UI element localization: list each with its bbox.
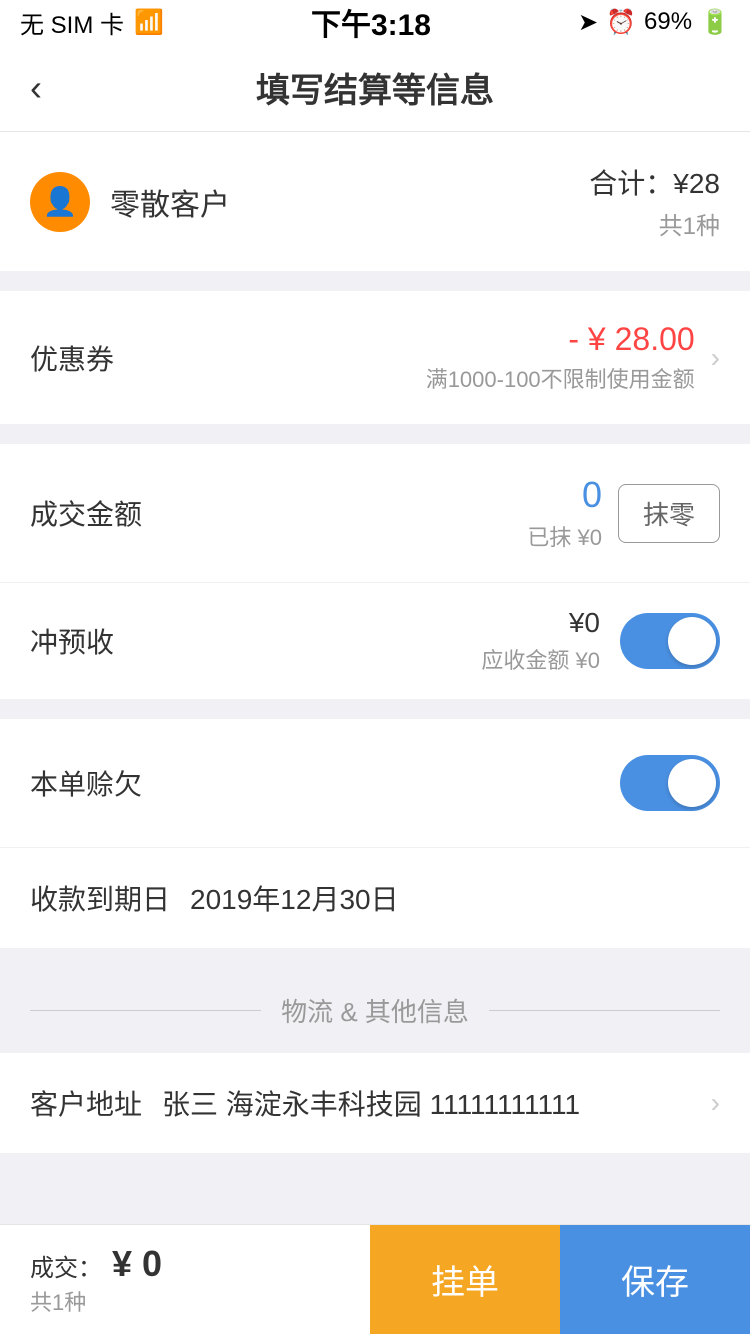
customer-total: 合计：¥28	[589, 162, 720, 202]
transaction-row: 成交金额 0 已抹 ¥0 抹零	[0, 444, 750, 583]
nav-bar: ‹ 填写结算等信息	[0, 44, 750, 132]
duedate-label: 收款到期日	[30, 878, 170, 918]
main-content: 👤 零散客户 合计：¥28 共1种 优惠券 - ¥ 28.00 满1000-10…	[0, 132, 750, 1273]
transaction-sub: 已抹 ¥0	[527, 520, 602, 552]
location-icon: ➤	[578, 8, 598, 37]
page-title: 填写结算等信息	[256, 63, 494, 112]
chong-label: 冲预收	[30, 621, 114, 661]
arrears-toggle[interactable]	[620, 755, 720, 811]
arrears-row: 本单赊欠	[0, 719, 750, 847]
hang-button[interactable]: 挂单	[370, 1225, 560, 1334]
logistics-section: 物流 & 其他信息 客户地址 张三 海淀永丰科技园 11111111111 ›	[0, 968, 750, 1153]
address-label: 客户地址	[30, 1083, 142, 1123]
logistics-title: 物流 & 其他信息	[261, 992, 489, 1029]
arrears-label: 本单赊欠	[30, 763, 142, 803]
bottom-deal-label: 成交：	[30, 1248, 102, 1283]
save-button[interactable]: 保存	[560, 1225, 750, 1334]
battery-label: 69%	[644, 8, 692, 36]
coupon-row[interactable]: 优惠券 - ¥ 28.00 满1000-100不限制使用金额 ›	[0, 291, 750, 424]
arrears-section: 本单赊欠 收款到期日 2019年12月30日	[0, 719, 750, 948]
logistics-line-right	[489, 1010, 720, 1011]
logistics-header: 物流 & 其他信息	[0, 968, 750, 1053]
bottom-count: 共1种	[30, 1285, 340, 1317]
chong-toggle[interactable]	[620, 613, 720, 669]
duedate-value: 2019年12月30日	[190, 878, 399, 918]
coupon-discount: - ¥ 28.00	[426, 321, 695, 358]
customer-avatar: 👤	[30, 172, 90, 232]
customer-left: 👤 零散客户	[30, 172, 230, 232]
back-button[interactable]: ‹	[30, 67, 42, 109]
chong-values: ¥0 应收金额 ¥0	[481, 607, 600, 675]
wifi-icon: 📶	[134, 8, 164, 37]
status-bar: 无 SIM 卡 📶 下午3:18 ➤ ⏰ 69% 🔋	[0, 0, 750, 44]
chong-sub: 应收金额 ¥0	[481, 643, 600, 675]
logistics-line-left	[30, 1010, 261, 1011]
transaction-value-group: 0 已抹 ¥0	[527, 474, 602, 552]
status-right: ➤ ⏰ 69% 🔋	[578, 8, 730, 37]
address-value: 张三 海淀永丰科技园 11111111111	[162, 1083, 711, 1123]
coupon-right: - ¥ 28.00 满1000-100不限制使用金额 ›	[426, 321, 720, 394]
duedate-row: 收款到期日 2019年12月30日	[0, 847, 750, 948]
address-row[interactable]: 客户地址 张三 海淀永丰科技园 11111111111 ›	[0, 1053, 750, 1153]
round-button[interactable]: 抹零	[618, 484, 720, 543]
status-time: 下午3:18	[311, 0, 431, 44]
chong-amount: ¥0	[481, 607, 600, 639]
transaction-label: 成交金额	[30, 493, 142, 533]
customer-count: 共1种	[589, 206, 720, 241]
bottom-deal-row: 成交： ¥ 0	[30, 1243, 340, 1285]
avatar-icon: 👤	[43, 185, 78, 218]
transaction-amount[interactable]: 0	[527, 474, 602, 516]
battery-icon: 🔋	[700, 8, 730, 37]
transaction-right: 0 已抹 ¥0 抹零	[527, 474, 720, 552]
customer-right: 合计：¥28 共1种	[589, 162, 720, 241]
customer-name: 零散客户	[110, 180, 230, 224]
bottom-bar: 成交： ¥ 0 共1种 挂单 保存	[0, 1224, 750, 1334]
address-chevron: ›	[711, 1087, 720, 1119]
sim-label: 无 SIM 卡	[20, 5, 124, 40]
status-left: 无 SIM 卡 📶	[20, 5, 164, 40]
chong-right: ¥0 应收金额 ¥0	[481, 607, 720, 675]
transaction-section: 成交金额 0 已抹 ¥0 抹零 冲预收 ¥0 应收金额 ¥0	[0, 444, 750, 699]
chong-toggle-knob	[668, 617, 716, 665]
coupon-value: - ¥ 28.00 满1000-100不限制使用金额	[426, 321, 695, 394]
coupon-desc: 满1000-100不限制使用金额	[426, 362, 695, 394]
customer-section: 👤 零散客户 合计：¥28 共1种	[0, 132, 750, 271]
bottom-left: 成交： ¥ 0 共1种	[0, 1243, 370, 1317]
coupon-chevron: ›	[711, 342, 720, 374]
coupon-section: 优惠券 - ¥ 28.00 满1000-100不限制使用金额 ›	[0, 291, 750, 424]
alarm-icon: ⏰	[606, 8, 636, 37]
bottom-deal-amount: ¥ 0	[112, 1243, 162, 1285]
chong-yushou-row: 冲预收 ¥0 应收金额 ¥0	[0, 583, 750, 699]
coupon-label: 优惠券	[30, 338, 114, 378]
arrears-toggle-knob	[668, 759, 716, 807]
